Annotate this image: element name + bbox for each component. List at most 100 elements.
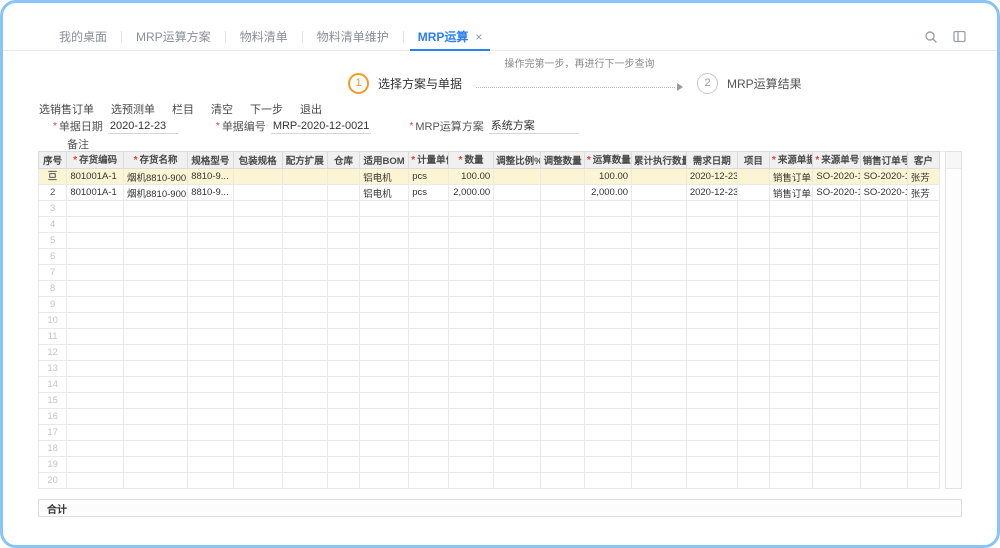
cell[interactable]: [448, 297, 493, 313]
cell[interactable]: [907, 249, 939, 265]
cell[interactable]: [541, 361, 584, 377]
cell[interactable]: [686, 297, 737, 313]
cell[interactable]: [584, 265, 631, 281]
cell[interactable]: [409, 457, 449, 473]
cell[interactable]: [67, 297, 124, 313]
cell[interactable]: [632, 377, 687, 393]
field-input[interactable]: 系统方案: [489, 119, 579, 134]
cell[interactable]: [907, 377, 939, 393]
cell[interactable]: [494, 281, 541, 297]
cell[interactable]: 2,000.00: [584, 185, 631, 201]
cell[interactable]: [541, 233, 584, 249]
cell[interactable]: [737, 409, 769, 425]
cell[interactable]: [813, 345, 860, 361]
cell[interactable]: [686, 281, 737, 297]
cell[interactable]: [813, 201, 860, 217]
cell[interactable]: [813, 297, 860, 313]
cell[interactable]: [327, 425, 359, 441]
cell[interactable]: [686, 441, 737, 457]
cell[interactable]: [737, 425, 769, 441]
cell[interactable]: [327, 457, 359, 473]
cell[interactable]: [233, 425, 282, 441]
cell[interactable]: [541, 185, 584, 201]
cell[interactable]: [123, 217, 187, 233]
cell[interactable]: [737, 441, 769, 457]
cell[interactable]: [769, 377, 812, 393]
cell[interactable]: [123, 425, 187, 441]
cell[interactable]: [860, 361, 907, 377]
cell[interactable]: [494, 441, 541, 457]
cell[interactable]: [737, 185, 769, 201]
cell[interactable]: 100.00: [584, 169, 631, 185]
cell[interactable]: [632, 457, 687, 473]
row-number[interactable]: 11: [39, 329, 67, 345]
tab-3[interactable]: 物料清单: [226, 23, 302, 50]
cell[interactable]: [233, 233, 282, 249]
cell[interactable]: [67, 233, 124, 249]
cell[interactable]: [541, 201, 584, 217]
cell[interactable]: [409, 313, 449, 329]
cell[interactable]: [282, 201, 327, 217]
cell[interactable]: [188, 265, 233, 281]
cell[interactable]: [686, 265, 737, 281]
cell[interactable]: [123, 281, 187, 297]
cell[interactable]: [737, 377, 769, 393]
cell[interactable]: [541, 393, 584, 409]
cell[interactable]: [67, 441, 124, 457]
cell[interactable]: [409, 297, 449, 313]
cell[interactable]: [541, 345, 584, 361]
row-number[interactable]: 15: [39, 393, 67, 409]
cell[interactable]: [813, 233, 860, 249]
cell[interactable]: [67, 313, 124, 329]
cell[interactable]: [282, 473, 327, 489]
cell[interactable]: [860, 265, 907, 281]
cell[interactable]: [494, 297, 541, 313]
cell[interactable]: [360, 377, 409, 393]
cell[interactable]: [769, 281, 812, 297]
cell[interactable]: [360, 345, 409, 361]
cell[interactable]: [737, 313, 769, 329]
cell[interactable]: SO-2020-1...: [813, 185, 860, 201]
cell[interactable]: [541, 377, 584, 393]
cell[interactable]: [233, 377, 282, 393]
cell[interactable]: [584, 361, 631, 377]
cell[interactable]: [67, 473, 124, 489]
cell[interactable]: [448, 313, 493, 329]
cell[interactable]: [67, 265, 124, 281]
cell[interactable]: [860, 281, 907, 297]
cell[interactable]: [769, 329, 812, 345]
cell[interactable]: [327, 313, 359, 329]
toolbar-button-3[interactable]: 栏目: [172, 101, 194, 117]
cell[interactable]: [686, 345, 737, 361]
cell[interactable]: [686, 249, 737, 265]
cell[interactable]: [737, 473, 769, 489]
cell[interactable]: [686, 361, 737, 377]
cell[interactable]: [188, 361, 233, 377]
row-number[interactable]: 5: [39, 233, 67, 249]
cell[interactable]: [737, 361, 769, 377]
cell[interactable]: [282, 425, 327, 441]
cell[interactable]: [769, 265, 812, 281]
cell[interactable]: [584, 345, 631, 361]
cell[interactable]: [737, 329, 769, 345]
cell[interactable]: [860, 201, 907, 217]
cell[interactable]: 销售订单: [769, 185, 812, 201]
cell[interactable]: [409, 281, 449, 297]
cell[interactable]: [686, 329, 737, 345]
cell[interactable]: [686, 233, 737, 249]
cell[interactable]: [632, 361, 687, 377]
cell[interactable]: [686, 313, 737, 329]
cell[interactable]: [494, 377, 541, 393]
search-icon[interactable]: [923, 29, 939, 45]
cell[interactable]: [188, 281, 233, 297]
cell[interactable]: [769, 425, 812, 441]
cell[interactable]: [360, 201, 409, 217]
cell[interactable]: [409, 201, 449, 217]
cell[interactable]: [123, 409, 187, 425]
cell[interactable]: [448, 201, 493, 217]
cell[interactable]: [860, 313, 907, 329]
cell[interactable]: [327, 297, 359, 313]
cell[interactable]: [584, 457, 631, 473]
cell[interactable]: [123, 457, 187, 473]
cell[interactable]: [686, 217, 737, 233]
